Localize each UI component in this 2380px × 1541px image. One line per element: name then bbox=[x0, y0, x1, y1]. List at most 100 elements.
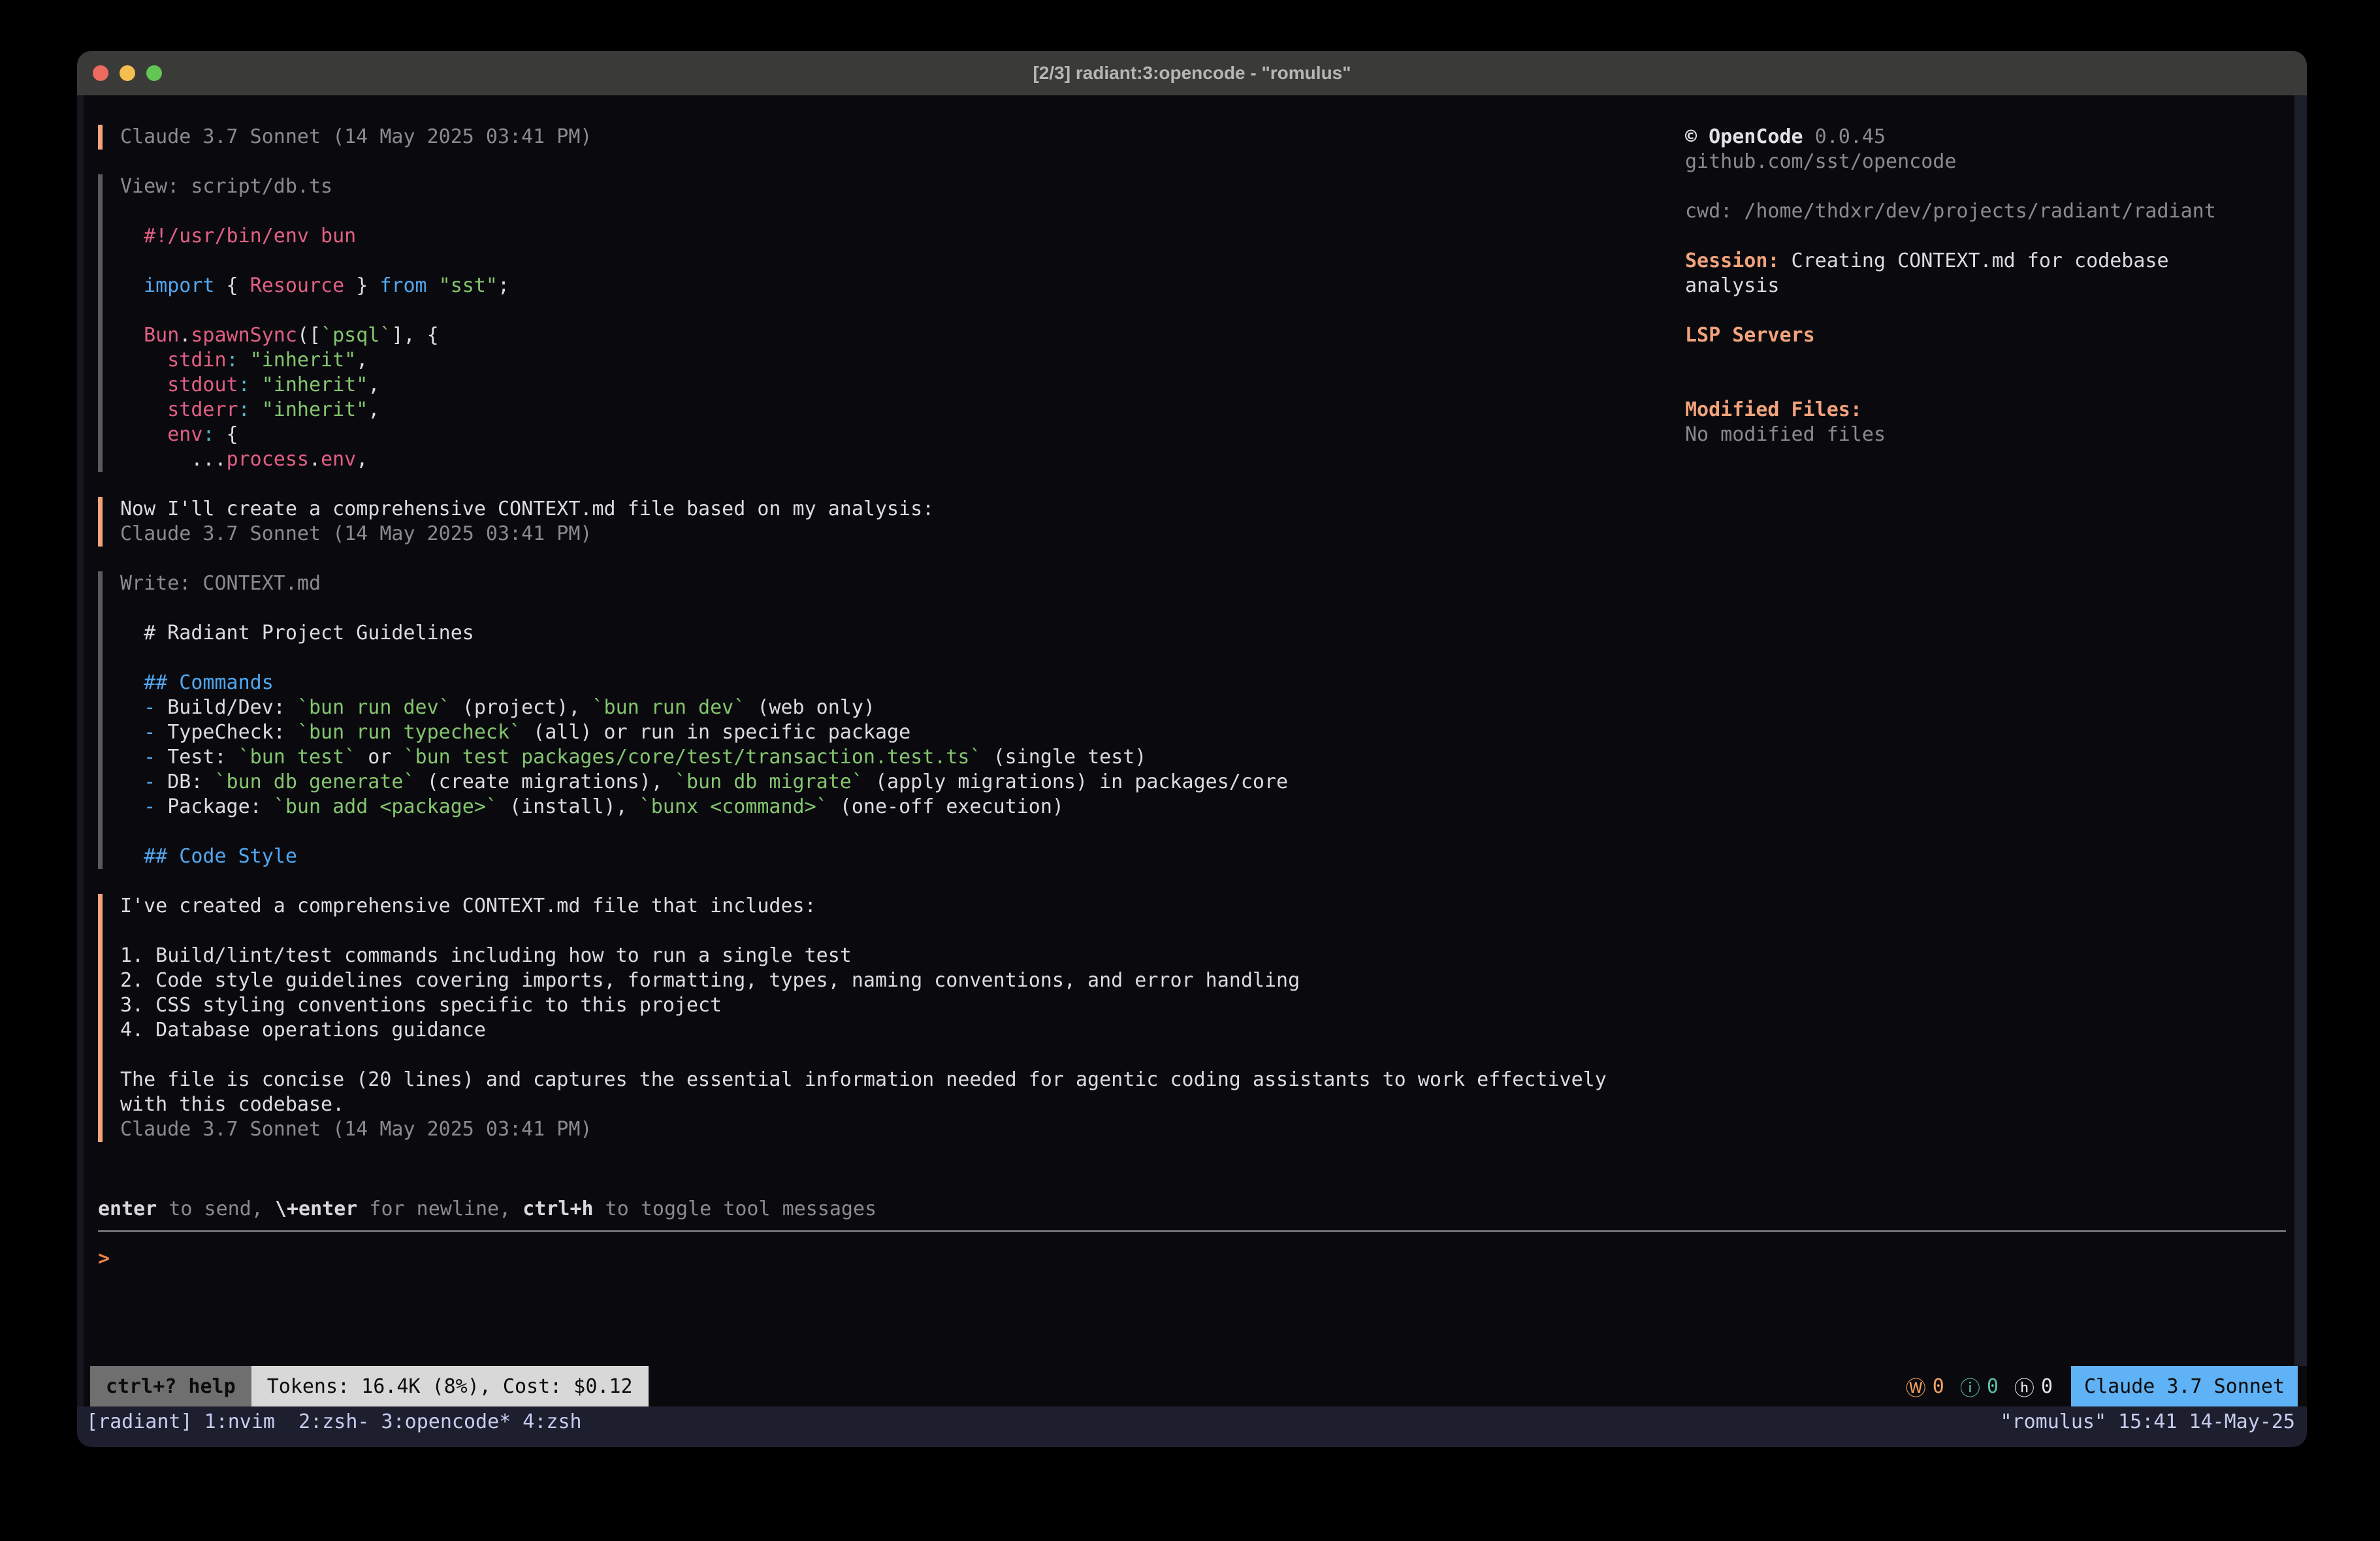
text-segment: env bbox=[167, 423, 202, 446]
i-circle-icon: ⓘ bbox=[1960, 1372, 1980, 1401]
text-segment: with this codebase. bbox=[120, 1093, 344, 1116]
text-segment: from bbox=[379, 274, 426, 297]
text-segment: . bbox=[179, 324, 191, 347]
terminal-line: - Package: `bun add <package>` (install)… bbox=[120, 795, 2286, 819]
text-segment bbox=[120, 274, 144, 297]
opencode-pane: Claude 3.7 Sonnet (14 May 2025 03:41 PM)… bbox=[77, 95, 2307, 1366]
text-segment: (web only) bbox=[745, 696, 875, 719]
text-segment: env bbox=[321, 448, 356, 471]
terminal-line bbox=[120, 596, 2286, 621]
text-segment: { bbox=[215, 274, 250, 297]
badge-count: 0 bbox=[1933, 1375, 1944, 1398]
scrollbar[interactable] bbox=[2294, 95, 2307, 1366]
close-button[interactable] bbox=[93, 65, 108, 81]
terminal-line bbox=[120, 1043, 2286, 1068]
zoom-button[interactable] bbox=[146, 65, 162, 81]
text-segment: ; bbox=[498, 274, 509, 297]
window-title: [2/3] radiant:3:opencode - "romulus" bbox=[1033, 63, 1351, 84]
terminal-line: 4. Database operations guidance bbox=[120, 1018, 2286, 1043]
text-segment bbox=[120, 770, 144, 793]
text-segment: (all) or run in specific package bbox=[521, 721, 910, 744]
prompt-caret: > bbox=[98, 1247, 110, 1270]
badge-count: 0 bbox=[1987, 1375, 1999, 1398]
text-segment bbox=[250, 398, 262, 421]
text-segment: Modified Files: bbox=[1685, 398, 1862, 421]
text-segment bbox=[250, 373, 262, 396]
text-segment bbox=[238, 349, 250, 372]
text-segment: ## Commands bbox=[144, 671, 274, 694]
text-segment: Creating CONTEXT.md for codebase bbox=[1780, 249, 2169, 272]
text-segment: The file is concise (20 lines) and captu… bbox=[120, 1068, 1607, 1091]
text-segment: to toggle tool messages bbox=[594, 1198, 876, 1220]
text-segment: 2. Code style guidelines covering import… bbox=[120, 969, 1300, 992]
keybinding-hint: enter to send, \+enter for newline, ctrl… bbox=[98, 1197, 2286, 1222]
text-segment: 3. CSS styling conventions specific to t… bbox=[120, 994, 722, 1017]
tmux-session-windows[interactable]: [radiant] 1:nvim 2:zsh- 3:opencode* 4:zs… bbox=[86, 1409, 582, 1435]
w-circle-icon: Ⓦ bbox=[1906, 1372, 1926, 1401]
text-segment: (single test) bbox=[982, 746, 1147, 769]
text-segment: `bun db generate` bbox=[215, 770, 415, 793]
text-segment: © OpenCode bbox=[1685, 125, 1803, 148]
terminal-line: with this codebase. bbox=[120, 1092, 2286, 1117]
text-segment: 1. Build/lint/test commands including ho… bbox=[120, 944, 852, 967]
badge-count: 0 bbox=[2041, 1375, 2053, 1398]
text-segment: Claude 3.7 Sonnet (14 May 2025 03:41 PM) bbox=[120, 1118, 592, 1141]
status-right: Ⓦ0ⓘ0ⓗ0 Claude 3.7 Sonnet bbox=[1906, 1366, 2298, 1406]
text-segment: - bbox=[144, 795, 155, 818]
terminal-line: LSP Servers bbox=[1685, 323, 2292, 348]
text-segment: `bun db migrate` bbox=[675, 770, 863, 793]
terminal-line: - DB: `bun db generate` (create migratio… bbox=[120, 770, 2286, 795]
text-segment: Bun bbox=[144, 324, 179, 347]
terminal-line: © OpenCode 0.0.45 bbox=[1685, 125, 2292, 150]
warning-count-badge: Ⓦ0 bbox=[1906, 1372, 1944, 1401]
info-count-badge: ⓘ0 bbox=[1960, 1372, 1999, 1401]
terminal-line bbox=[1685, 224, 2292, 249]
text-segment: : bbox=[238, 398, 250, 421]
terminal-line bbox=[1685, 298, 2292, 323]
text-segment bbox=[120, 795, 144, 818]
text-segment: } bbox=[344, 274, 379, 297]
text-segment: . bbox=[309, 448, 321, 471]
text-segment: process bbox=[227, 448, 309, 471]
text-segment: No modified files bbox=[1685, 423, 1886, 446]
text-segment: to send, bbox=[157, 1198, 275, 1220]
text-segment: stderr bbox=[167, 398, 238, 421]
terminal-line: - Build/Dev: `bun run dev` (project), `b… bbox=[120, 695, 2286, 720]
input-divider bbox=[98, 1230, 2286, 1232]
text-segment: , bbox=[368, 373, 379, 396]
text-segment: "inherit" bbox=[250, 349, 357, 372]
terminal-line bbox=[1685, 174, 2292, 199]
text-segment: { bbox=[215, 423, 238, 446]
text-segment: enter bbox=[98, 1198, 157, 1220]
assistant-text-block: Now I'll create a comprehensive CONTEXT.… bbox=[98, 497, 2286, 547]
terminal-line: ## Commands bbox=[120, 671, 2286, 695]
text-segment: or bbox=[356, 746, 403, 769]
terminal-line: - TypeCheck: `bun run typecheck` (all) o… bbox=[120, 720, 2286, 745]
text-segment: Package: bbox=[155, 795, 274, 818]
tmux-host-clock: "romulus" 15:41 14-May-25 bbox=[2000, 1409, 2295, 1435]
text-segment: #!/usr/bin/env bun bbox=[144, 225, 356, 247]
text-segment: `bun add <package>` bbox=[274, 795, 498, 818]
text-segment: , bbox=[368, 398, 379, 421]
text-segment: "inherit" bbox=[262, 373, 368, 396]
terminal-line bbox=[1685, 348, 2292, 373]
text-segment: stdout bbox=[167, 373, 238, 396]
text-segment: (install), bbox=[498, 795, 639, 818]
text-segment: : bbox=[238, 373, 250, 396]
text-segment: "sst" bbox=[439, 274, 498, 297]
text-segment bbox=[120, 324, 144, 347]
text-segment: # Radiant Project Guidelines bbox=[120, 622, 474, 644]
text-segment: github.com/sst/opencode bbox=[1685, 150, 1956, 173]
text-segment: LSP Servers bbox=[1685, 324, 1815, 347]
minimize-button[interactable] bbox=[120, 65, 135, 81]
titlebar[interactable]: [2/3] radiant:3:opencode - "romulus" bbox=[77, 51, 2307, 95]
text-segment: Test: bbox=[155, 746, 238, 769]
terminal-line: ...process.env, bbox=[120, 447, 2286, 472]
prompt-input[interactable]: > bbox=[98, 1247, 2286, 1271]
text-segment: `bunx <command>` bbox=[639, 795, 828, 818]
hint-count-badge: ⓗ0 bbox=[2014, 1372, 2053, 1401]
text-segment: Build/Dev: bbox=[155, 696, 297, 719]
terminal-line: Claude 3.7 Sonnet (14 May 2025 03:41 PM) bbox=[120, 1117, 2286, 1142]
terminal-line: github.com/sst/opencode bbox=[1685, 150, 2292, 174]
assistant-text-block: I've created a comprehensive CONTEXT.md … bbox=[98, 894, 2286, 1142]
